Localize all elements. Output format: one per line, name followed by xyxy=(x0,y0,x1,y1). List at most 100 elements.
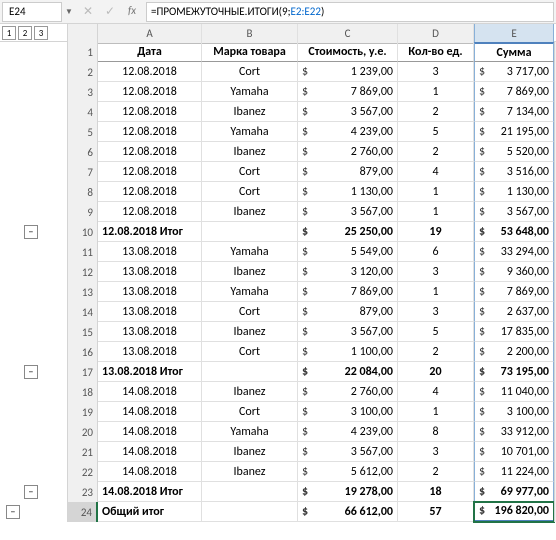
cell-brand[interactable]: Cort xyxy=(202,302,298,322)
row-header[interactable]: 19 xyxy=(68,402,98,422)
cell-qty[interactable]: 5 xyxy=(398,122,474,142)
cell-brand[interactable]: Ibanez xyxy=(202,102,298,122)
cell-date[interactable]: 14.08.2018 Итог xyxy=(98,482,202,502)
cell-qty[interactable]: 3 xyxy=(398,262,474,282)
cell-qty[interactable]: 1 xyxy=(398,402,474,422)
row-header[interactable]: 12 xyxy=(68,262,98,282)
cell-qty[interactable]: 2 xyxy=(398,462,474,482)
cell-brand[interactable]: Yamaha xyxy=(202,122,298,142)
cell-cost[interactable]: $879,00 xyxy=(298,302,398,322)
cell-qty[interactable]: 3 xyxy=(398,302,474,322)
row-header[interactable]: 1 xyxy=(68,42,98,62)
cell-qty[interactable]: 2 xyxy=(398,342,474,362)
header-date[interactable]: Дата xyxy=(98,42,202,62)
row-header[interactable]: 5 xyxy=(68,122,98,142)
name-box[interactable]: E24 xyxy=(2,2,62,22)
cell-cost[interactable]: $3 567,00 xyxy=(298,442,398,462)
cell-cost[interactable]: $7 869,00 xyxy=(298,282,398,302)
cell-sum[interactable]: $17 835,00 xyxy=(474,322,554,342)
cell-cost[interactable]: $25 250,00 xyxy=(298,222,398,242)
cell-cost[interactable]: $1 130,00 xyxy=(298,182,398,202)
cell-sum[interactable]: $2 200,00 xyxy=(474,342,554,362)
row-header[interactable]: 2 xyxy=(68,62,98,82)
cell-cost[interactable]: $1 100,00 xyxy=(298,342,398,362)
cell-date[interactable]: 13.08.2018 xyxy=(98,302,202,322)
cell-cost[interactable]: $4 239,00 xyxy=(298,422,398,442)
cell-date[interactable]: 12.08.2018 xyxy=(98,182,202,202)
cell-brand[interactable]: Cort xyxy=(202,162,298,182)
cell-sum[interactable]: $7 134,00 xyxy=(474,102,554,122)
cell-date[interactable]: 13.08.2018 xyxy=(98,322,202,342)
row-header[interactable]: 16 xyxy=(68,342,98,362)
cell-cost[interactable]: $5 549,00 xyxy=(298,242,398,262)
cell-sum[interactable]: $9 360,00 xyxy=(474,262,554,282)
row-header[interactable]: 21 xyxy=(68,442,98,462)
col-header-C[interactable]: C xyxy=(298,24,398,44)
cell-brand[interactable]: Ibanez xyxy=(202,442,298,462)
cell-cost[interactable]: $4 239,00 xyxy=(298,122,398,142)
enter-icon[interactable]: ✓ xyxy=(102,4,118,19)
cell-date[interactable]: 14.08.2018 xyxy=(98,462,202,482)
cell-sum[interactable]: $3 567,00 xyxy=(474,202,554,222)
cell-sum[interactable]: $33 294,00 xyxy=(474,242,554,262)
col-header-E[interactable]: E xyxy=(474,24,554,44)
cell-qty[interactable]: 18 xyxy=(398,482,474,502)
cell-brand[interactable]: Ibanez xyxy=(202,142,298,162)
outline-collapse-icon[interactable]: − xyxy=(24,225,38,239)
cell-sum[interactable]: $53 648,00 xyxy=(474,222,554,242)
cell-sum[interactable]: $10 701,00 xyxy=(474,442,554,462)
select-all-corner[interactable] xyxy=(68,24,98,44)
row-header[interactable]: 24 xyxy=(68,502,98,522)
cell-brand[interactable]: Ibanez xyxy=(202,382,298,402)
header-brand[interactable]: Марка товара xyxy=(202,42,298,62)
col-header-A[interactable]: A xyxy=(98,24,202,44)
row-header[interactable]: 22 xyxy=(68,462,98,482)
cell-cost[interactable]: $66 612,00 xyxy=(298,502,398,522)
cell-date[interactable]: 12.08.2018 xyxy=(98,162,202,182)
row-header[interactable]: 20 xyxy=(68,422,98,442)
header-cost[interactable]: Стоимость, у.е. xyxy=(298,42,398,62)
cell-date[interactable]: Общий итог xyxy=(98,502,202,522)
cell-cost[interactable]: $3 567,00 xyxy=(298,102,398,122)
row-header[interactable]: 4 xyxy=(68,102,98,122)
cell-brand[interactable] xyxy=(202,362,298,382)
cell-sum[interactable]: $3 717,00 xyxy=(474,62,554,82)
outline-collapse-icon[interactable]: − xyxy=(24,485,38,499)
cell-sum[interactable]: $2 637,00 xyxy=(474,302,554,322)
row-header[interactable]: 7 xyxy=(68,162,98,182)
cell-brand[interactable]: Cort xyxy=(202,62,298,82)
cell-brand[interactable]: Yamaha xyxy=(202,422,298,442)
header-qty[interactable]: Кол-во ед. xyxy=(398,42,474,62)
cell-cost[interactable]: $2 760,00 xyxy=(298,142,398,162)
cell-date[interactable]: 14.08.2018 xyxy=(98,382,202,402)
outline-collapse-icon[interactable]: − xyxy=(24,365,38,379)
row-header[interactable]: 13 xyxy=(68,282,98,302)
cell-brand[interactable]: Ibanez xyxy=(202,462,298,482)
cell-qty[interactable]: 5 xyxy=(398,322,474,342)
cell-qty[interactable]: 8 xyxy=(398,422,474,442)
cell-date[interactable]: 12.08.2018 xyxy=(98,82,202,102)
cell-date[interactable]: 13.08.2018 Итог xyxy=(98,362,202,382)
cell-cost[interactable]: $7 869,00 xyxy=(298,82,398,102)
cell-brand[interactable] xyxy=(202,502,298,522)
cell-cost[interactable]: $1 239,00 xyxy=(298,62,398,82)
outline-level-2[interactable]: 2 xyxy=(18,26,32,40)
outline-level-3[interactable]: 3 xyxy=(34,26,48,40)
row-header[interactable]: 18 xyxy=(68,382,98,402)
name-box-dropdown-icon[interactable]: ▼ xyxy=(64,7,74,17)
cell-qty[interactable]: 4 xyxy=(398,162,474,182)
cell-qty[interactable]: 2 xyxy=(398,102,474,122)
cell-brand[interactable]: Cort xyxy=(202,402,298,422)
cell-brand[interactable]: Ibanez xyxy=(202,262,298,282)
cell-cost[interactable]: $19 278,00 xyxy=(298,482,398,502)
col-header-B[interactable]: B xyxy=(202,24,298,44)
cell-qty[interactable]: 1 xyxy=(398,82,474,102)
cancel-icon[interactable]: ✕ xyxy=(80,4,96,19)
header-sum[interactable]: Сумма xyxy=(474,42,554,62)
cell-sum[interactable]: $1 130,00 xyxy=(474,182,554,202)
cell-qty[interactable]: 1 xyxy=(398,282,474,302)
cell-cost[interactable]: $22 084,00 xyxy=(298,362,398,382)
row-header[interactable]: 14 xyxy=(68,302,98,322)
row-header[interactable]: 8 xyxy=(68,182,98,202)
cell-date[interactable]: 13.08.2018 xyxy=(98,282,202,302)
